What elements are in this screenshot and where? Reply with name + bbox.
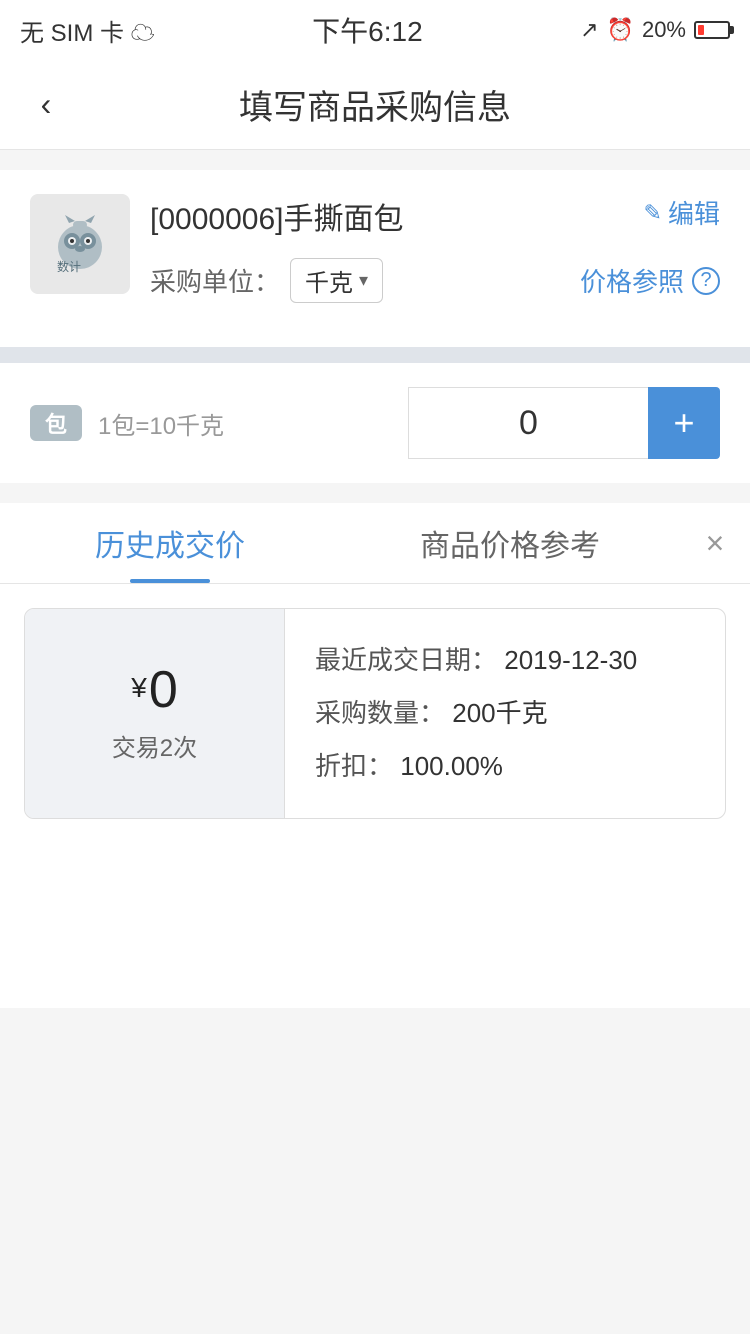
back-button[interactable]: ‹ bbox=[24, 83, 68, 127]
alarm-icon: ⏰ bbox=[607, 17, 634, 43]
unit-value: 千克 bbox=[305, 263, 353, 298]
quantity-control: + bbox=[408, 387, 720, 459]
trade-discount-row: 折扣： 100.00% bbox=[315, 747, 695, 786]
quantity-plus-button[interactable]: + bbox=[648, 387, 720, 459]
price-ref-label: 价格参照 bbox=[580, 262, 684, 299]
section-gap bbox=[0, 483, 750, 503]
battery-icon bbox=[694, 21, 730, 39]
edit-button[interactable]: ✎ 编辑 bbox=[644, 194, 720, 231]
trade-recent-date-label: 最近成交日期： bbox=[315, 645, 497, 675]
tab-close-button[interactable]: × bbox=[680, 503, 750, 583]
product-section: 数计 [0000006]手撕面包 ✎ 编辑 采购单位： 千克 ▾ bbox=[0, 170, 750, 347]
help-icon[interactable]: ? bbox=[692, 267, 720, 295]
product-info: [0000006]手撕面包 ✎ 编辑 采购单位： 千克 ▾ 价格参照 ? bbox=[150, 194, 720, 303]
quantity-label: 包 1包=10千克 bbox=[30, 405, 224, 441]
tab-history-price-label: 历史成交价 bbox=[95, 521, 245, 565]
trade-recent-date-row: 最近成交日期： 2019-12-30 bbox=[315, 641, 695, 680]
tab-product-price-ref-label: 商品价格参考 bbox=[420, 521, 600, 565]
page-title: 填写商品采购信息 bbox=[239, 80, 511, 129]
unit-text: 采购单位： bbox=[150, 262, 280, 299]
product-title: 手撕面包 bbox=[283, 203, 403, 236]
currency-symbol: ¥ bbox=[131, 674, 147, 702]
tabs-header: 历史成交价 商品价格参考 × bbox=[0, 503, 750, 584]
trade-quantity-row: 采购数量： 200千克 bbox=[315, 694, 695, 733]
sim-status: 无 SIM 卡 ☁ bbox=[20, 13, 155, 48]
location-icon: ↗ bbox=[580, 17, 598, 43]
unit-arrow-icon: ▾ bbox=[359, 270, 368, 291]
tab-history-price[interactable]: 历史成交价 bbox=[0, 503, 340, 583]
status-bar: 无 SIM 卡 ☁ 下午6:12 ↗ ⏰ 20% bbox=[0, 0, 750, 60]
trade-quantity-value: 200千克 bbox=[452, 698, 547, 728]
product-thumbnail: 数计 bbox=[30, 194, 130, 294]
product-id: [0000006] bbox=[150, 203, 283, 236]
product-unit-row: 采购单位： 千克 ▾ 价格参照 ? bbox=[150, 258, 720, 303]
status-left: 无 SIM 卡 ☁ bbox=[20, 13, 155, 48]
edit-label: 编辑 bbox=[668, 194, 720, 231]
trade-discount-label: 折扣： bbox=[315, 751, 393, 781]
status-right: ↗ ⏰ 20% bbox=[580, 17, 730, 43]
tab-content: ¥ 0 交易2次 最近成交日期： 2019-12-30 采购数量： 200千克 … bbox=[0, 608, 750, 1008]
product-header: 数计 [0000006]手撕面包 ✎ 编辑 采购单位： 千克 ▾ bbox=[30, 194, 720, 303]
product-image: 数计 bbox=[45, 209, 115, 279]
trade-count: 交易2次 bbox=[112, 728, 197, 763]
product-name: [0000006]手撕面包 bbox=[150, 194, 644, 238]
trade-card: ¥ 0 交易2次 最近成交日期： 2019-12-30 采购数量： 200千克 … bbox=[24, 608, 726, 819]
tabs-section: 历史成交价 商品价格参考 × ¥ 0 交易2次 最近成交日期： 2019-12-… bbox=[0, 503, 750, 1008]
trade-price-value: 0 bbox=[149, 664, 178, 716]
quantity-section: 包 1包=10千克 + bbox=[0, 363, 750, 483]
product-top-row: [0000006]手撕面包 ✎ 编辑 bbox=[150, 194, 720, 238]
battery-percent: 20% bbox=[642, 17, 686, 43]
package-icon: 包 bbox=[30, 405, 82, 441]
nav-bar: ‹ 填写商品采购信息 bbox=[0, 60, 750, 150]
svg-text:数计: 数计 bbox=[57, 259, 81, 274]
quantity-input[interactable] bbox=[408, 387, 648, 459]
trade-card-left: ¥ 0 交易2次 bbox=[25, 609, 285, 818]
trade-price-amount: ¥ 0 bbox=[131, 664, 178, 716]
trade-recent-date-value: 2019-12-30 bbox=[504, 645, 637, 675]
status-time: 下午6:12 bbox=[312, 10, 423, 50]
unit-label: 采购单位： 千克 ▾ bbox=[150, 258, 383, 303]
edit-icon: ✎ bbox=[644, 200, 662, 226]
trade-card-right: 最近成交日期： 2019-12-30 采购数量： 200千克 折扣： 100.0… bbox=[285, 609, 725, 818]
divider-bar bbox=[0, 347, 750, 363]
tab-product-price-ref[interactable]: 商品价格参考 bbox=[340, 503, 680, 583]
price-ref-button[interactable]: 价格参照 ? bbox=[580, 262, 720, 299]
unit-select[interactable]: 千克 ▾ bbox=[290, 258, 383, 303]
trade-quantity-label: 采购数量： bbox=[315, 698, 445, 728]
package-note: 1包=10千克 bbox=[98, 406, 224, 441]
trade-discount-value: 100.00% bbox=[400, 751, 503, 781]
